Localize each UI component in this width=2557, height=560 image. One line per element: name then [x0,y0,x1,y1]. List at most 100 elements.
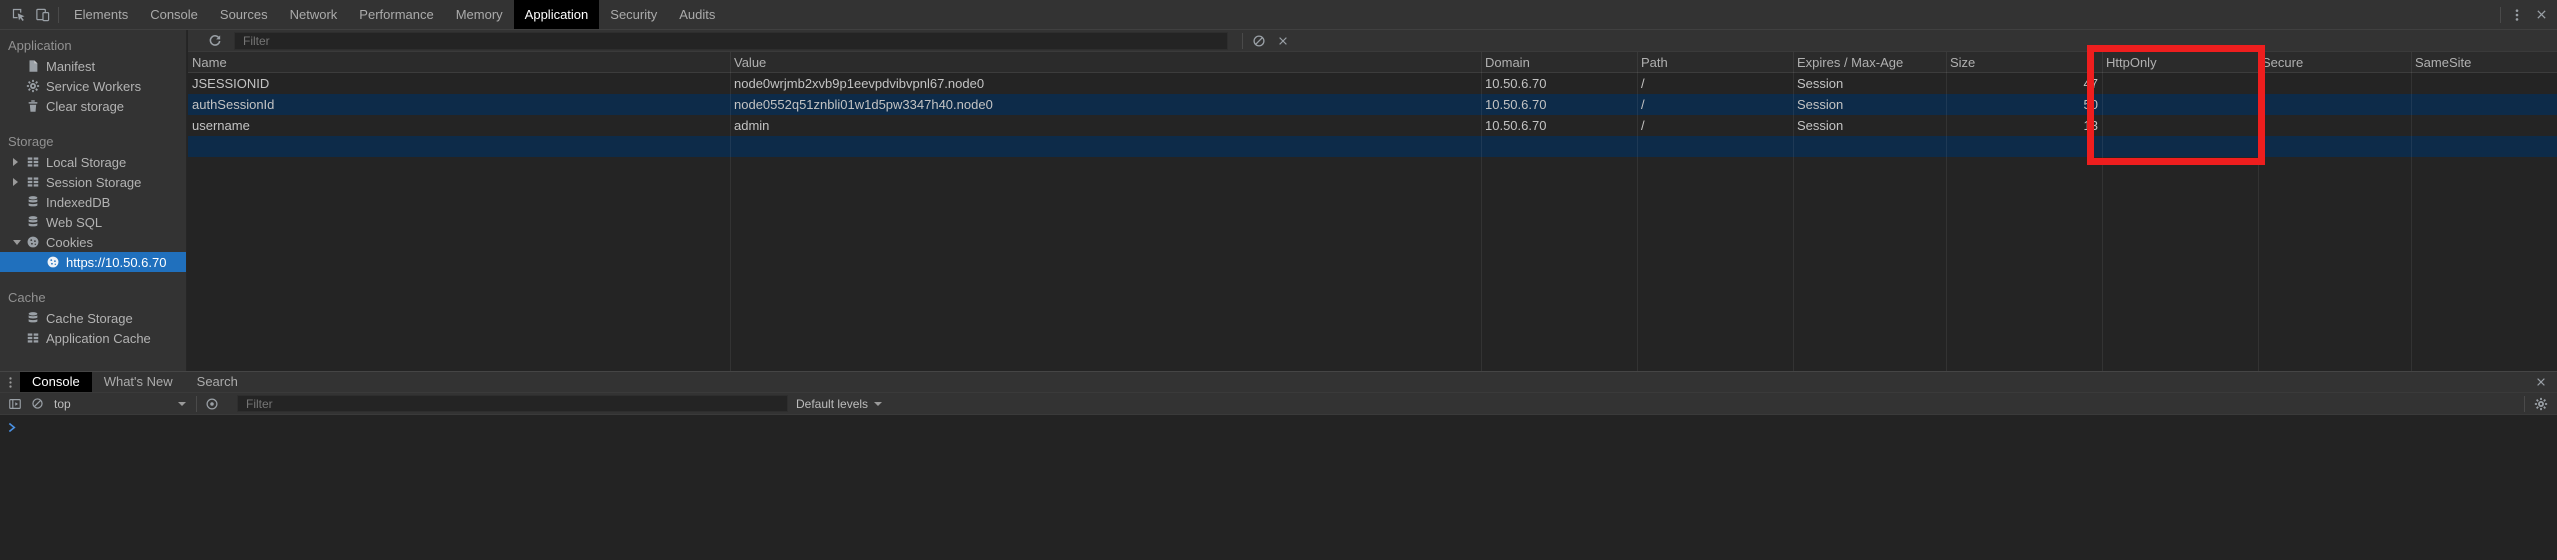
context-selector[interactable]: top [54,393,192,414]
table-icon [27,177,39,187]
cookie-secure [2258,115,2411,136]
trash-icon [28,100,38,112]
eye-icon[interactable] [201,393,223,414]
toolbar-separator [2524,395,2525,412]
tab-console[interactable]: Console [139,0,209,29]
chevron-down-icon [874,401,883,406]
sidebar-item-indexeddb[interactable]: IndexedDB [0,192,186,212]
cookies-panel: Name Value Domain Path Expires / Max-Age… [188,30,2557,371]
section-title-storage: Storage [8,134,54,149]
sidebar-item-cookies[interactable]: Cookies [0,232,186,252]
column-header-size[interactable]: Size [1946,52,2102,72]
expand-arrow-icon[interactable] [13,158,18,166]
clear-console-icon[interactable] [26,393,48,414]
sidebar-item-manifest[interactable]: Manifest [0,56,186,76]
column-header-secure[interactable]: Secure [2258,52,2411,72]
inspect-icon[interactable] [6,0,30,29]
delete-icon[interactable] [1271,30,1295,51]
tab-performance[interactable]: Performance [348,0,444,29]
column-header-httponly[interactable]: HttpOnly [2102,52,2258,72]
sidebar-item-cookie-origin[interactable]: https://10.50.6.70 [0,252,186,272]
database-icon [28,196,38,207]
tab-application[interactable]: Application [513,0,600,29]
cookie-httponly [2102,115,2258,136]
sidebar-item-label: Clear storage [46,98,125,114]
log-levels-label: Default levels [796,396,869,411]
column-header-path[interactable]: Path [1637,52,1793,72]
prompt-chevron-icon [8,422,16,433]
cookie-domain: 10.50.6.70 [1485,118,1547,133]
gear-icon [26,79,40,93]
drawer-tab-whats-new[interactable]: What's New [92,372,185,392]
sidebar-item-session-storage[interactable]: Session Storage [0,172,186,192]
console-toolbar: top Default levels [0,393,2557,415]
kebab-menu-icon[interactable] [0,372,20,392]
cookie-value: node0wrjmb2xvb9p1eevpdvibvpnl67.node0 [734,76,985,91]
sidebar-item-label: Web SQL [46,214,103,230]
expand-arrow-icon[interactable] [13,178,18,186]
sidebar-item-label: Cache Storage [46,310,133,326]
sidebar-item-label: https://10.50.6.70 [66,254,167,270]
section-title-application: Application [8,38,72,53]
cookie-icon [27,236,39,248]
context-selector-value: top [54,396,71,411]
cookie-secure [2258,94,2411,115]
table-row[interactable]: username admin 10.50.6.70 / Session 13 [188,115,2557,136]
column-header-expires[interactable]: Expires / Max-Age [1793,52,1946,72]
console-sidebar-icon[interactable] [4,393,26,414]
cookies-table-header: Name Value Domain Path Expires / Max-Age… [188,52,2557,73]
log-levels-dropdown[interactable]: Default levels [796,397,888,411]
chevron-down-icon [178,401,186,406]
tab-sources[interactable]: Sources [209,0,279,29]
sidebar-item-cache-storage[interactable]: Cache Storage [0,308,186,328]
cookie-samesite [2411,73,2557,94]
table-icon [27,157,39,167]
tab-memory[interactable]: Memory [445,0,514,29]
cookie-domain: 10.50.6.70 [1485,97,1547,112]
cookie-path: / [1641,76,1645,91]
sidebar-item-label: Cookies [46,234,93,250]
sidebar-item-web-sql[interactable]: Web SQL [0,212,186,232]
cookie-value: admin [734,118,770,133]
topbar-right [2496,0,2557,29]
column-header-domain[interactable]: Domain [1481,52,1637,72]
toolbar-separator [196,395,197,412]
close-icon[interactable] [2529,0,2553,29]
table-row[interactable]: JSESSIONID node0wrjmb2xvb9p1eevpdvibvpnl… [188,73,2557,94]
console-settings-gear-icon[interactable] [2529,393,2553,414]
cookie-httponly [2102,94,2258,115]
cookies-filter-input[interactable] [234,31,1228,50]
tab-security[interactable]: Security [599,0,668,29]
console-filter-input[interactable] [237,395,788,412]
console-prompt[interactable] [0,415,2557,433]
tab-audits[interactable]: Audits [668,0,726,29]
device-toolbar-icon[interactable] [30,0,54,29]
table-row-selected[interactable]: authSessionId node0552q51znbli01w1d5pw33… [188,94,2557,115]
column-header-value[interactable]: Value [730,52,1481,72]
column-header-samesite[interactable]: SameSite [2411,52,2557,72]
cookies-toolbar [188,30,2557,52]
topbar-tools [0,0,63,29]
collapse-arrow-icon[interactable] [13,239,21,245]
drawer-tab-search[interactable]: Search [185,372,250,392]
drawer-tab-console[interactable]: Console [20,372,92,392]
sidebar-item-application-cache[interactable]: Application Cache [0,328,186,348]
sidebar-item-clear-storage[interactable]: Clear storage [0,96,186,116]
clear-all-icon[interactable] [1247,30,1271,51]
tab-network[interactable]: Network [279,0,349,29]
kebab-menu-icon[interactable] [2505,0,2529,29]
cookie-path: / [1641,118,1645,133]
cookie-size: 50 [2083,97,2098,112]
cookie-expires: Session [1797,118,1844,133]
close-drawer-icon[interactable] [2529,372,2553,392]
toolbar-separator [1242,32,1243,49]
column-header-name[interactable]: Name [188,52,730,72]
database-icon [28,312,38,323]
tab-elements[interactable]: Elements [63,0,139,29]
sidebar-item-service-workers[interactable]: Service Workers [0,76,186,96]
table-row-new[interactable] [188,136,2557,157]
cookie-samesite [2411,94,2557,115]
sidebar-item-label: Service Workers [46,78,142,94]
refresh-icon[interactable] [206,30,224,51]
sidebar-item-local-storage[interactable]: Local Storage [0,152,186,172]
